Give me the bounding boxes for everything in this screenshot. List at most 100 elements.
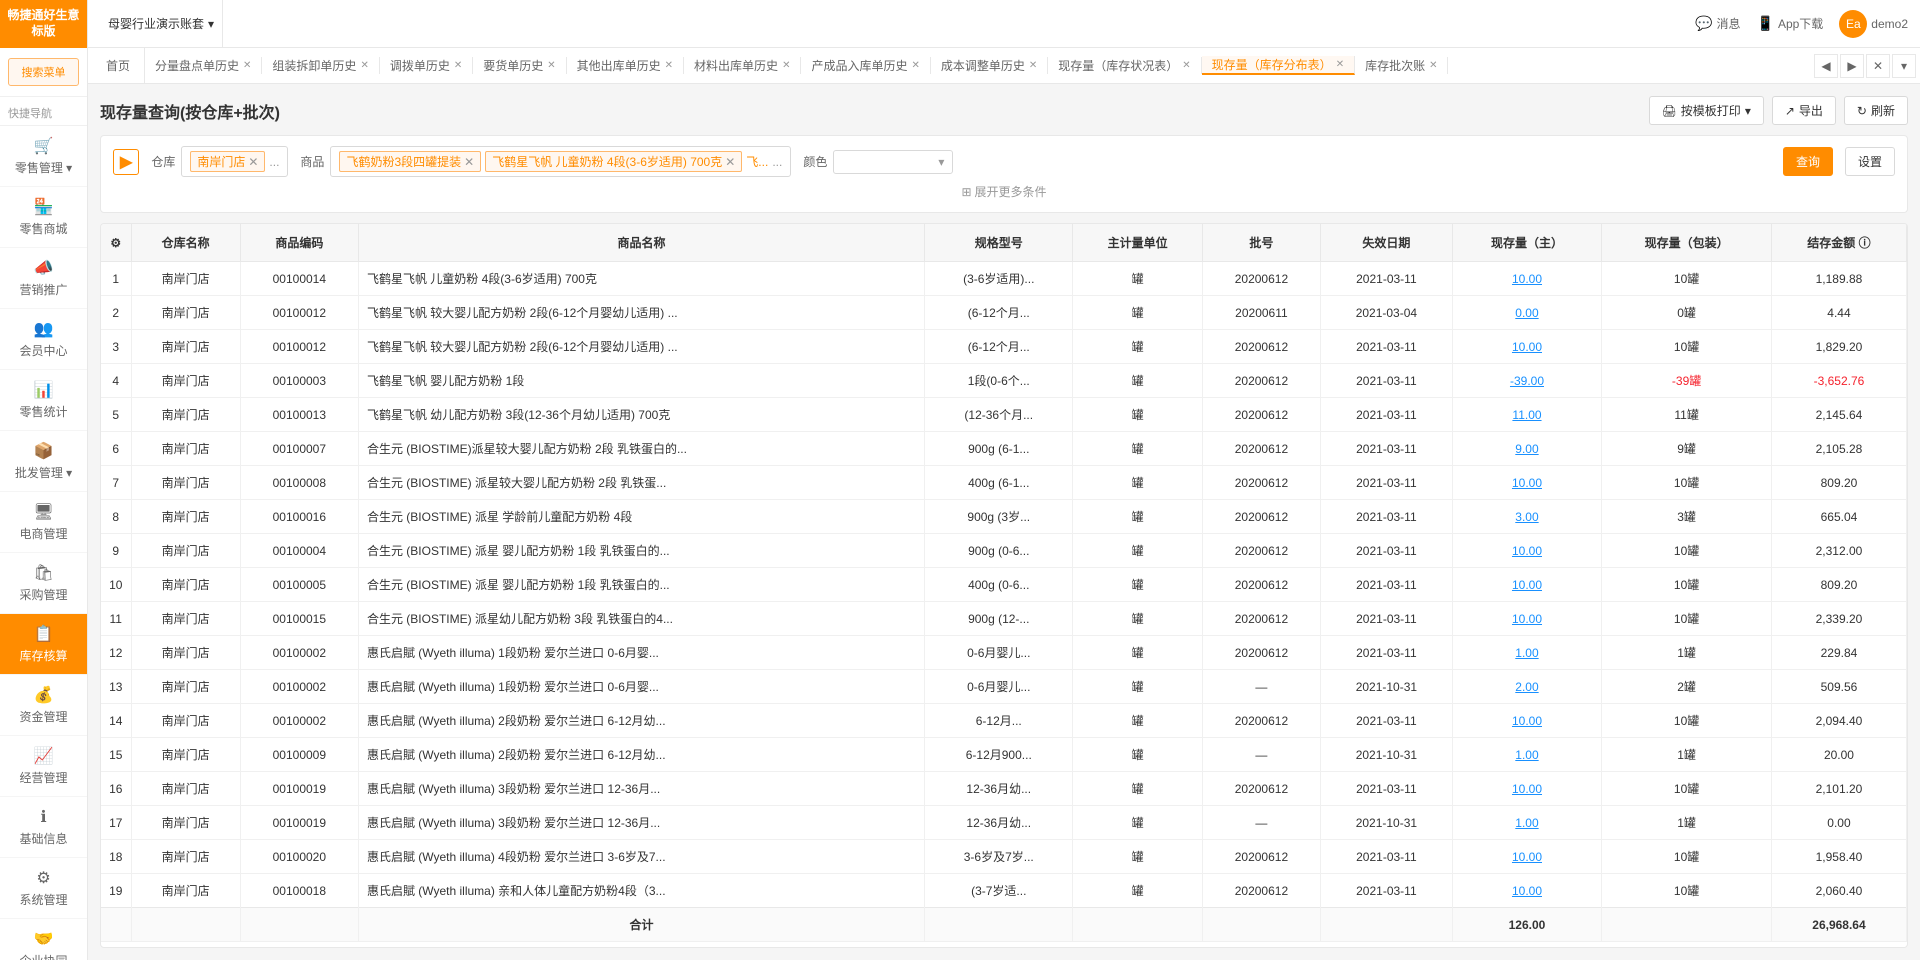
color-input[interactable]: ▾ xyxy=(833,150,953,174)
export-button[interactable]: ↗ 导出 xyxy=(1772,96,1836,125)
sidebar-item-retail-stat[interactable]: 📊零售统计 xyxy=(0,370,87,431)
sidebar-item-retail-mgmt[interactable]: 🛒零售管理 ▾ xyxy=(0,126,87,187)
table-row: 3南岸门店00100012飞鹤星飞帆 较大婴儿配方奶粉 2段(6-12个月婴幼儿… xyxy=(101,330,1907,364)
table-cell[interactable]: 10.00 xyxy=(1452,874,1602,908)
filter-toggle-arrow[interactable]: ▶ xyxy=(113,149,139,175)
table-cell[interactable]: 10.00 xyxy=(1452,330,1602,364)
account-dropdown[interactable]: 母婴行业演示账套 ▾ xyxy=(100,0,223,47)
table-cell[interactable]: 1.00 xyxy=(1452,806,1602,840)
tab-split-count-history[interactable]: 分量盘点单历史✕ xyxy=(145,57,262,74)
sidebar-item-ecommerce[interactable]: 🖥电商管理 xyxy=(0,492,87,553)
tab-batch-order[interactable]: 库存批次账✕ xyxy=(1355,57,1448,74)
table-cell: 罐 xyxy=(1073,738,1202,772)
tab-product-inbound-history[interactable]: 产成品入库单历史✕ xyxy=(801,57,930,74)
table-cell: 10罐 xyxy=(1602,602,1772,636)
table-cell[interactable]: 10.00 xyxy=(1452,772,1602,806)
warehouse-input[interactable]: 南岸门店 ✕ ... xyxy=(181,146,288,177)
tab-inventory-status[interactable]: 现存量（库存状况表）✕ xyxy=(1048,57,1201,74)
table-cell: 飞鹤星飞帆 儿童奶粉 4段(3-6岁适用) 700克 xyxy=(358,262,924,296)
table-cell: 惠氏启賦 (Wyeth illuma) 亲和人体儿童配方奶粉4段（3... xyxy=(358,874,924,908)
tab-close-material-outbound-history[interactable]: ✕ xyxy=(782,60,790,71)
table-cell[interactable]: 10.00 xyxy=(1452,262,1602,296)
tab-home[interactable]: 首页 xyxy=(92,48,145,83)
table-cell[interactable]: 11.00 xyxy=(1452,398,1602,432)
table-cell: 00100007 xyxy=(240,432,358,466)
table-cell[interactable]: 3.00 xyxy=(1452,500,1602,534)
sidebar-item-sys-mgmt[interactable]: ⚙系统管理 xyxy=(0,858,87,919)
sidebar-search-area: 搜索菜单 xyxy=(0,48,87,97)
enterprise-icon: 🤝 xyxy=(34,929,54,949)
sidebar-item-batch-mgmt[interactable]: 📦批发管理 ▾ xyxy=(0,431,87,492)
sidebar-item-basic-info[interactable]: ℹ基础信息 xyxy=(0,797,87,858)
warehouse-tag-remove[interactable]: ✕ xyxy=(248,155,258,169)
query-button[interactable]: 查询 xyxy=(1783,147,1833,176)
sidebar-item-enterprise[interactable]: 🤝企业协同 xyxy=(0,919,87,960)
tab-inventory-dist[interactable]: 现存量（库存分布表）✕ xyxy=(1202,56,1355,75)
print-button[interactable]: 🖨 按模板打印 ▾ xyxy=(1649,96,1764,125)
tab-close-cost-adjust-history[interactable]: ✕ xyxy=(1029,60,1037,71)
product-tag-2-remove[interactable]: ✕ xyxy=(725,155,735,169)
col-header-1: 仓库名称 xyxy=(131,224,240,262)
tab-other-outbound-history[interactable]: 其他出库单历史✕ xyxy=(567,57,684,74)
warehouse-ellipsis: ... xyxy=(269,155,279,169)
table-cell: 900g (3岁... xyxy=(925,500,1073,534)
settings-icon[interactable]: ⚙ xyxy=(110,236,121,250)
table-cell: 10罐 xyxy=(1602,568,1772,602)
sidebar-item-member[interactable]: 👥会员中心 xyxy=(0,309,87,370)
tab-material-outbound-history[interactable]: 材料出库单历史✕ xyxy=(684,57,801,74)
tab-close-batch-order[interactable]: ✕ xyxy=(1429,60,1437,71)
table-cell: 10罐 xyxy=(1602,840,1772,874)
table-cell[interactable]: 9.00 xyxy=(1452,432,1602,466)
sidebar-item-purchase[interactable]: 🛍采购管理 xyxy=(0,553,87,614)
table-cell[interactable]: -39.00 xyxy=(1452,364,1602,398)
tab-cost-adjust-history[interactable]: 成本调整单历史✕ xyxy=(931,57,1048,74)
table-cell: 12-36月幼... xyxy=(925,772,1073,806)
expand-more-button[interactable]: ⊞ 展开更多条件 xyxy=(113,177,1895,202)
tab-close-product-inbound-history[interactable]: ✕ xyxy=(911,60,919,71)
app-download-button[interactable]: 📱 App下载 xyxy=(1757,15,1824,32)
table-cell[interactable]: 10.00 xyxy=(1452,602,1602,636)
tab-mixing-history[interactable]: 调拨单历史✕ xyxy=(380,57,473,74)
table-cell: 2021-03-11 xyxy=(1321,840,1453,874)
tab-require-history[interactable]: 要货单历史✕ xyxy=(473,57,566,74)
tab-next-button[interactable]: ▶ xyxy=(1840,54,1864,78)
tab-menu-button[interactable]: ▾ xyxy=(1892,54,1916,78)
tab-disassembly-history[interactable]: 组装拆卸单历史✕ xyxy=(262,57,379,74)
table-cell: 南岸门店 xyxy=(131,262,240,296)
tab-close-disassembly-history[interactable]: ✕ xyxy=(360,60,368,71)
sidebar-item-inventory[interactable]: 📋库存核算 xyxy=(0,614,87,675)
tab-prev-button[interactable]: ◀ xyxy=(1814,54,1838,78)
product-tag-1-remove[interactable]: ✕ xyxy=(464,155,474,169)
tab-close-other-outbound-history[interactable]: ✕ xyxy=(665,60,673,71)
table-cell[interactable]: 10.00 xyxy=(1452,840,1602,874)
table-cell[interactable]: 10.00 xyxy=(1452,568,1602,602)
table-cell[interactable]: 2.00 xyxy=(1452,670,1602,704)
tab-close-split-count-history[interactable]: ✕ xyxy=(243,60,251,71)
table-cell[interactable]: 0.00 xyxy=(1452,296,1602,330)
sidebar-item-finance[interactable]: 💰资金管理 xyxy=(0,675,87,736)
tab-close-inventory-status[interactable]: ✕ xyxy=(1182,60,1190,71)
sidebar-item-retail-shop[interactable]: 🏪零售商城 xyxy=(0,187,87,248)
table-cell: 合生元 (BIOSTIME) 派星较大婴儿配方奶粉 2段 乳铁蛋... xyxy=(358,466,924,500)
tab-close-mixing-history[interactable]: ✕ xyxy=(454,60,462,71)
table-cell[interactable]: 10.00 xyxy=(1452,466,1602,500)
product-input[interactable]: 飞鹤奶粉3段四罐提装 ✕ 飞鹤星飞帆 儿童奶粉 4段(3-6岁适用) 700克 … xyxy=(330,146,791,177)
table-cell[interactable]: 10.00 xyxy=(1452,534,1602,568)
tab-close-button[interactable]: ✕ xyxy=(1866,54,1890,78)
table-cell[interactable]: 1.00 xyxy=(1452,738,1602,772)
filter-area: ▶ 仓库 南岸门店 ✕ ... 商品 xyxy=(100,135,1908,213)
refresh-button[interactable]: ↻ 刷新 xyxy=(1844,96,1908,125)
sidebar-item-marketing[interactable]: 📣营销推广 xyxy=(0,248,87,309)
table-cell[interactable]: 10.00 xyxy=(1452,704,1602,738)
table-cell: (3-6岁适用)... xyxy=(925,262,1073,296)
tab-close-inventory-dist[interactable]: ✕ xyxy=(1336,59,1344,70)
user-menu[interactable]: Ea demo2 xyxy=(1839,10,1908,38)
sidebar-item-operations[interactable]: 📈经营管理 xyxy=(0,736,87,797)
search-menu-button[interactable]: 搜索菜单 xyxy=(8,58,79,86)
table-cell: 罐 xyxy=(1073,704,1202,738)
tab-close-require-history[interactable]: ✕ xyxy=(547,60,555,71)
table-cell[interactable]: 1.00 xyxy=(1452,636,1602,670)
product-ellipsis: ... xyxy=(772,155,782,169)
settings-button[interactable]: 设置 xyxy=(1845,147,1895,176)
message-button[interactable]: 💬 消息 xyxy=(1695,15,1740,32)
